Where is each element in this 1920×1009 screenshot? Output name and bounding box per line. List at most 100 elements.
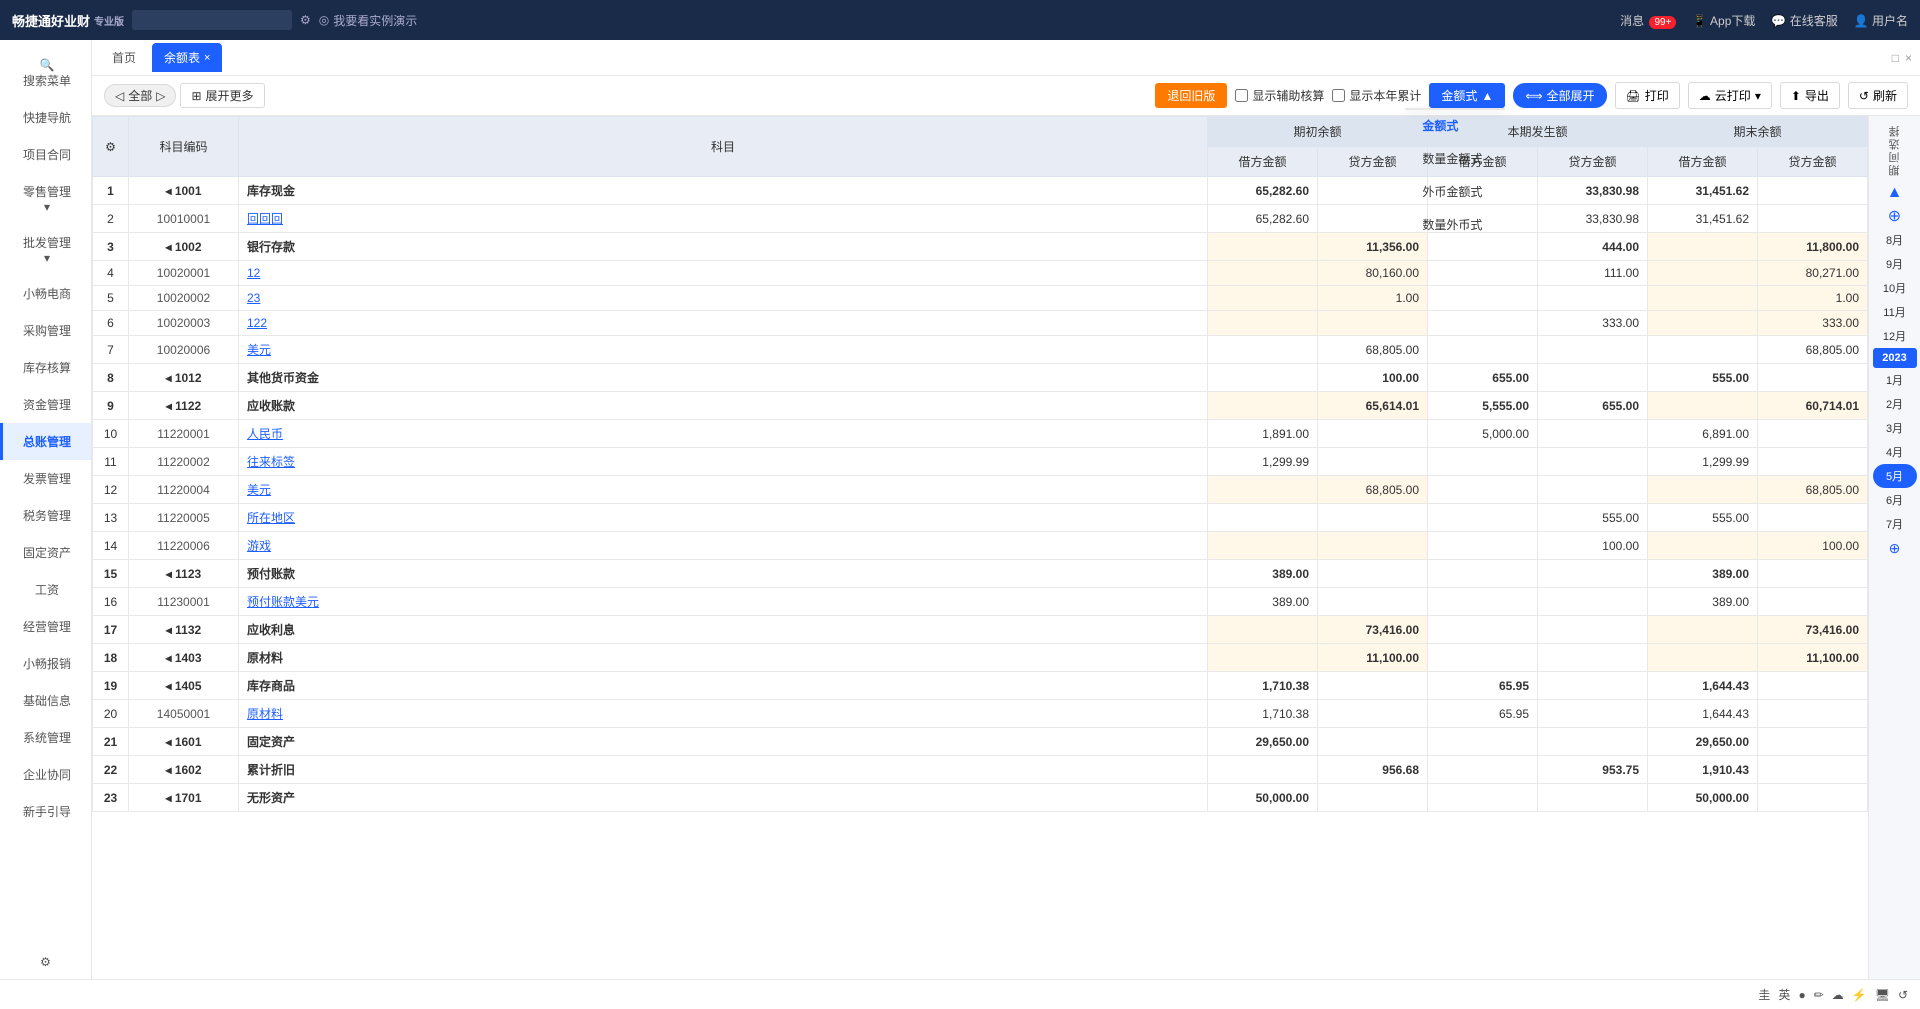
online-service-btn[interactable]: 💬 在线客服 [1771,12,1837,29]
top-search-input[interactable] [132,10,292,30]
app-download-btn[interactable]: 📱 App下载 [1692,12,1755,29]
cloud-print-btn[interactable]: ☁ 云打印 ▾ [1688,82,1772,109]
tab-close-icon[interactable]: × [204,52,210,64]
cell-name[interactable]: 人民币 [239,420,1208,448]
period-up-arrow[interactable]: ▲ [1869,182,1920,204]
ytd-checkbox[interactable] [1332,89,1345,102]
cell-code[interactable]: 11220002 [129,448,239,476]
th-settings[interactable]: ⚙ [93,117,129,177]
jine-dropdown-btn[interactable]: 金额式 ▲ [1429,83,1505,108]
cell-code[interactable]: 11220006 [129,532,239,560]
sidebar-item-system[interactable]: 系统管理 [0,719,91,756]
cell-name[interactable]: 美元 [239,336,1208,364]
period-down-arrow[interactable]: ⊕ [1889,540,1901,557]
cell-name[interactable]: 所在地区 [239,504,1208,532]
tab-home[interactable]: 首页 [100,43,148,72]
minimize-icon[interactable]: □ [1892,51,1899,65]
period-6[interactable]: 6月 [1873,488,1917,512]
cell-name[interactable]: 美元 [239,476,1208,504]
demo-link[interactable]: ◎ 我要看实例演示 [319,12,418,29]
cell-code[interactable]: 14050001 [129,700,239,728]
sidebar-item-nav[interactable]: 快捷导航 [0,99,91,136]
dropdown-shuliang-item[interactable]: 数量金额式 [1406,142,1504,175]
print-btn[interactable]: 🖨 打印 [1615,82,1680,109]
cell-code[interactable]: 10010001 [129,205,239,233]
cell-name[interactable]: 23 [239,286,1208,311]
cell-code[interactable]: 11220005 [129,504,239,532]
user-avatar[interactable]: 👤 用户名 [1854,12,1908,29]
tab-balance[interactable]: 余额表 × [152,43,222,72]
period-up-arrow2[interactable]: ⊕ [1869,204,1920,228]
cell-code[interactable]: 10020003 [129,311,239,336]
cell-name[interactable]: 游戏 [239,532,1208,560]
sidebar-item-project[interactable]: 项目合同 [0,136,91,173]
cell-name[interactable]: 12 [239,261,1208,286]
sidebar-item-purchase[interactable]: 采购管理 [0,312,91,349]
back-to-old-btn[interactable]: 退回旧版 [1155,83,1227,108]
all-filter-tag[interactable]: ◁ 全部 ▷ [104,84,176,107]
sidebar-item-guide[interactable]: 新手引导 [0,793,91,830]
settings-icon[interactable]: ⚙ [300,13,311,27]
message-btn[interactable]: 消息 99+ [1620,12,1676,29]
sidebar-item-basic[interactable]: 基础信息 [0,682,91,719]
period-5[interactable]: 5月 [1873,464,1917,488]
cell-code[interactable]: 10020006 [129,336,239,364]
close-window-icon[interactable]: × [1905,51,1912,65]
bottom-icon-4[interactable]: ✏ [1814,988,1824,1002]
sidebar-item-search[interactable]: 🔍 搜索菜单 [0,48,91,99]
period-1[interactable]: 1月 [1873,368,1917,392]
period-8[interactable]: 8月 [1873,228,1917,252]
export-btn[interactable]: ⬆ 导出 [1780,82,1840,109]
expand-more-btn[interactable]: ⊞ 展开更多 [180,83,264,108]
refresh-btn[interactable]: ↺ 刷新 [1848,82,1908,109]
cell-code[interactable]: 10020002 [129,286,239,311]
cell-code[interactable]: 11220001 [129,420,239,448]
aux-accounting-check[interactable]: 显示辅助核算 [1235,87,1324,104]
cell-name[interactable]: 往来标签 [239,448,1208,476]
cell-name[interactable]: 原材料 [239,700,1208,728]
expand-all-btn[interactable]: ⟺ 全部展开 [1513,83,1606,108]
sidebar-item-ecommerce[interactable]: 小畅电商 [0,275,91,312]
sidebar-item-assets[interactable]: 固定资产 [0,534,91,571]
dropdown-waibi-item[interactable]: 外币金额式 [1406,175,1504,208]
sidebar-item-wholesale[interactable]: 批发管理 ▾ [0,224,91,275]
aux-checkbox[interactable] [1235,89,1248,102]
period-9[interactable]: 9月 [1873,252,1917,276]
period-2023[interactable]: 2023 [1873,348,1917,368]
dropdown-jine-item[interactable]: 金额式 [1406,109,1504,142]
sidebar-item-ledger[interactable]: 总账管理 [0,423,91,460]
bottom-icon-6[interactable]: ⚡ [1852,988,1867,1002]
bottom-icon-1[interactable]: 圭 [1758,986,1770,1003]
sidebar-settings-btn[interactable]: ⚙ [36,945,55,979]
sidebar-item-operations[interactable]: 经营管理 [0,608,91,645]
period-4[interactable]: 4月 [1873,440,1917,464]
sidebar-item-inventory[interactable]: 库存核算 [0,349,91,386]
cell-code[interactable]: 11220004 [129,476,239,504]
period-2[interactable]: 2月 [1873,392,1917,416]
cell-code[interactable]: 11230001 [129,588,239,616]
sidebar-item-payroll[interactable]: 工资 [0,571,91,608]
period-12[interactable]: 12月 [1873,324,1917,348]
bottom-icon-8[interactable]: ↺ [1898,988,1908,1002]
sidebar-item-expense[interactable]: 小畅报销 [0,645,91,682]
sidebar-item-tax[interactable]: 税务管理 [0,497,91,534]
period-3[interactable]: 3月 [1873,416,1917,440]
period-7[interactable]: 7月 [1873,512,1917,536]
bottom-icon-3[interactable]: ● [1798,988,1805,1002]
cell-name[interactable]: 122 [239,311,1208,336]
cell-name[interactable]: 预付账款美元 [239,588,1208,616]
sidebar-item-invoice[interactable]: 发票管理 [0,460,91,497]
gear-icon[interactable]: ⚙ [105,140,116,154]
sidebar-item-funds[interactable]: 资金管理 [0,386,91,423]
bottom-icon-5[interactable]: ☁ [1832,988,1844,1002]
dropdown-shuliangwaibi-item[interactable]: 数量外币式 [1406,208,1504,241]
period-11[interactable]: 11月 [1873,300,1917,324]
sidebar-item-retail[interactable]: 零售管理 ▾ [0,173,91,224]
ytd-check[interactable]: 显示本年累计 [1332,87,1421,104]
cell-name[interactable]: 回回回 [239,205,1208,233]
sidebar-item-coop[interactable]: 企业协同 [0,756,91,793]
bottom-icon-2[interactable]: 英 [1778,986,1790,1003]
cell-code[interactable]: 10020001 [129,261,239,286]
bottom-icon-7[interactable]: 🖥 [1875,988,1890,1002]
period-10[interactable]: 10月 [1873,276,1917,300]
